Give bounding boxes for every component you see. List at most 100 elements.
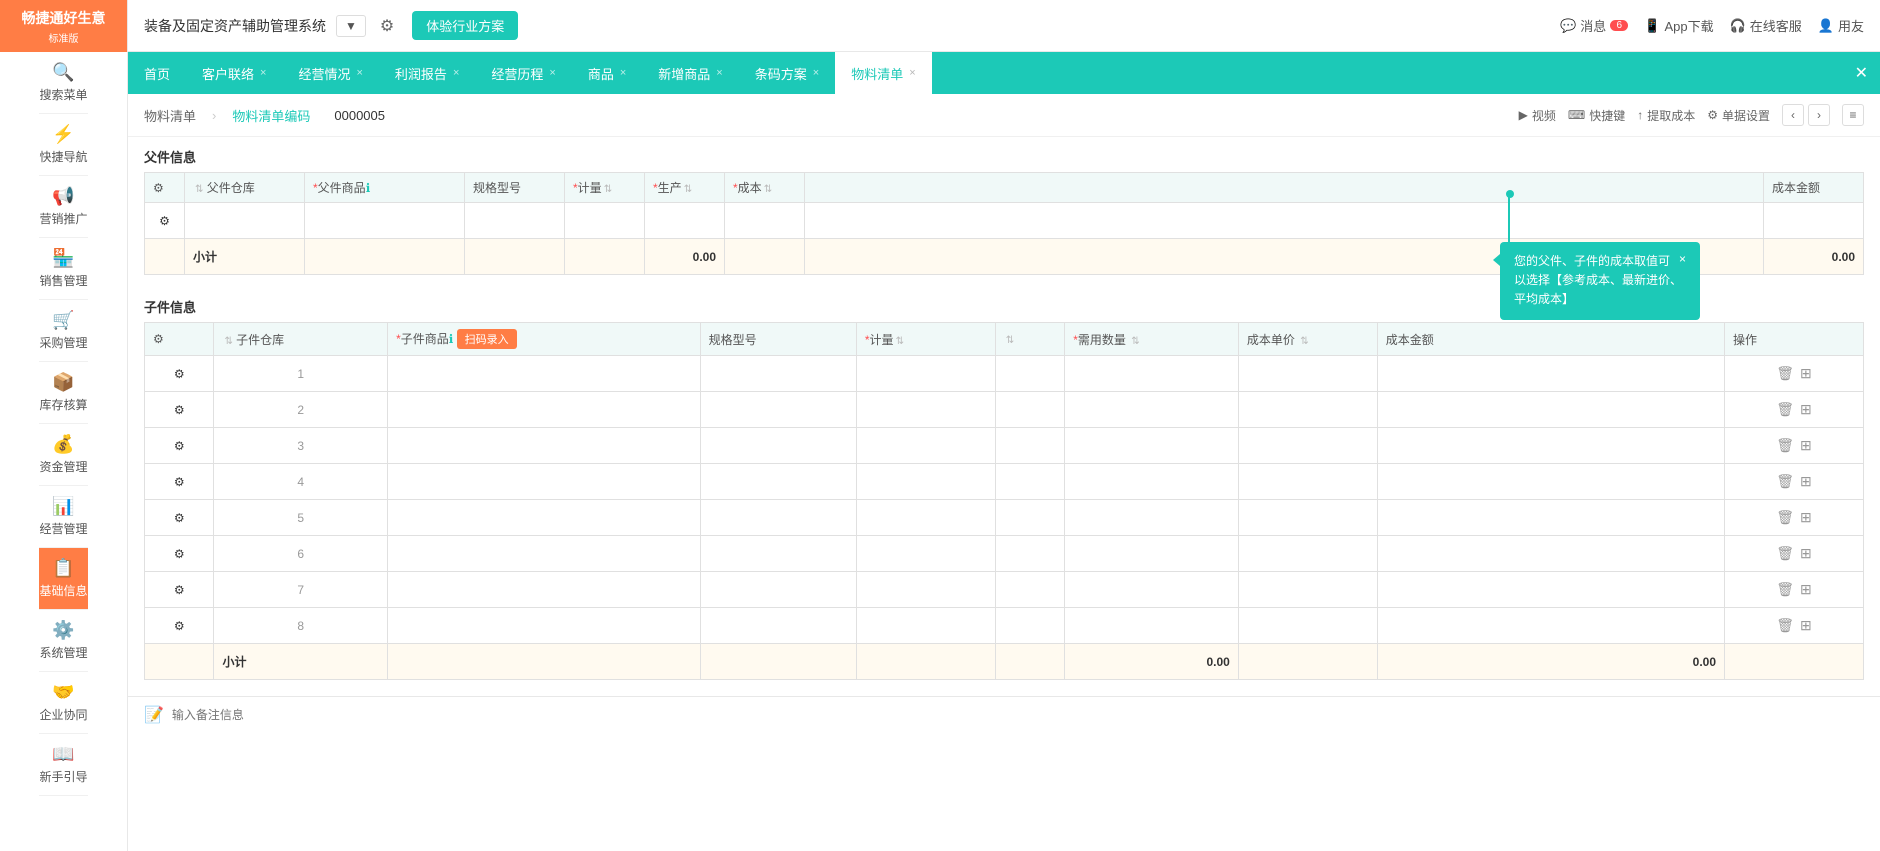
shortcut-button[interactable]: ⌨ 快捷键 [1568,107,1625,124]
nav-tab-3[interactable]: 利润报告× [379,52,475,94]
doc-settings-button[interactable]: ⚙ 单据设置 [1707,107,1770,124]
child-row7-product[interactable] [388,572,701,608]
child-row1-qty[interactable] [1065,356,1239,392]
sidebar-item-quick-nav[interactable]: ⚡快捷导航 [39,114,87,176]
child-row6-qty[interactable] [1065,536,1239,572]
child-row7-qty[interactable] [1065,572,1239,608]
user-profile[interactable]: 👤 用友 [1818,16,1864,35]
child-row7-unit[interactable] [856,572,995,608]
tooltip-close-button[interactable]: × [1679,250,1686,269]
child-row4-price[interactable] [1238,464,1377,500]
extract-cost-button[interactable]: ↑ 提取成本 [1637,107,1695,124]
child-row8-price[interactable] [1238,608,1377,644]
nav-tab-6[interactable]: 新增商品× [642,52,738,94]
app-download-button[interactable]: 📱 App下载 [1644,16,1713,35]
parent-row1-production[interactable] [645,203,725,239]
nav-tab-2[interactable]: 经营情况× [282,52,378,94]
video-button[interactable]: ▶ 视频 [1519,107,1556,124]
child-row5-delete-icon[interactable]: 🗑 [1776,509,1794,526]
parent-row1-product[interactable] [305,203,465,239]
nav-tab-7[interactable]: 条码方案× [739,52,835,94]
child-row7-price[interactable] [1238,572,1377,608]
parent-row1-cost[interactable] [725,203,805,239]
nav-tab-1[interactable]: 客户联络× [186,52,282,94]
child-row8-spec[interactable] [700,608,856,644]
tab-close-7[interactable]: × [813,67,819,79]
prev-arrow[interactable]: ‹ [1782,104,1804,126]
next-arrow[interactable]: › [1808,104,1830,126]
tab-close-2[interactable]: × [356,67,362,79]
title-dropdown[interactable]: ▼ [336,15,366,37]
child-row8-product[interactable] [388,608,701,644]
child-row6-spec[interactable] [700,536,856,572]
parent-row1-spec[interactable] [465,203,565,239]
sidebar-item-search[interactable]: 🔍搜索菜单 [39,52,87,114]
child-row7-delete-icon[interactable]: 🗑 [1776,581,1794,598]
child-row6-price[interactable] [1238,536,1377,572]
child-row5-qty[interactable] [1065,500,1239,536]
nav-tab-8[interactable]: 物料清单× [835,52,931,94]
tab-close-3[interactable]: × [453,67,459,79]
child-row4-copy-icon[interactable]: ⊞ [1800,473,1812,490]
child-row6-unit[interactable] [856,536,995,572]
child-row1-delete-icon[interactable]: 🗑 [1776,365,1794,382]
child-row1-spec[interactable] [700,356,856,392]
sidebar-item-operations[interactable]: 📊经营管理 [39,486,87,548]
child-row2-spec[interactable] [700,392,856,428]
child-row2-copy-icon[interactable]: ⊞ [1800,401,1812,418]
child-row2-price[interactable] [1238,392,1377,428]
child-row2-qty[interactable] [1065,392,1239,428]
sidebar-item-cooperation[interactable]: 🤝企业协同 [39,672,87,734]
child-row7-copy-icon[interactable]: ⊞ [1800,581,1812,598]
child-row4-spec[interactable] [700,464,856,500]
child-row3-delete-icon[interactable]: 🗑 [1776,437,1794,454]
tab-close-5[interactable]: × [620,67,626,79]
sidebar-item-system[interactable]: ⚙️系统管理 [39,610,87,672]
child-row5-product[interactable] [388,500,701,536]
child-row3-unit[interactable] [856,428,995,464]
sidebar-item-inventory[interactable]: 📦库存核算 [39,362,87,424]
child-row6-product[interactable] [388,536,701,572]
child-row2-product[interactable] [388,392,701,428]
child-row5-price[interactable] [1238,500,1377,536]
sidebar-item-sales[interactable]: 🏪销售管理 [39,238,87,300]
note-input[interactable] [172,708,1864,722]
child-row1-product[interactable] [388,356,701,392]
child-row4-qty[interactable] [1065,464,1239,500]
child-row5-spec[interactable] [700,500,856,536]
breadcrumb-item-1[interactable]: 物料清单 [144,106,196,125]
settings-icon[interactable]: ⚙ [380,16,394,36]
tab-close-6[interactable]: × [716,67,722,79]
experience-button[interactable]: 体验行业方案 [412,11,518,40]
child-row3-product[interactable] [388,428,701,464]
child-row6-copy-icon[interactable]: ⊞ [1800,545,1812,562]
sidebar-item-basic-info[interactable]: 📋基础信息 [39,548,87,610]
child-row8-copy-icon[interactable]: ⊞ [1800,617,1812,634]
child-row1-unit[interactable] [856,356,995,392]
child-row4-unit[interactable] [856,464,995,500]
child-row8-unit[interactable] [856,608,995,644]
message-button[interactable]: 💬 消息 6 [1560,16,1628,35]
child-row3-price[interactable] [1238,428,1377,464]
child-row5-copy-icon[interactable]: ⊞ [1800,509,1812,526]
sidebar-item-marketing[interactable]: 📢营销推广 [39,176,87,238]
tab-close-4[interactable]: × [549,67,555,79]
child-row4-delete-icon[interactable]: 🗑 [1776,473,1794,490]
child-row7-spec[interactable] [700,572,856,608]
parent-row1-warehouse[interactable] [185,203,305,239]
tab-close-8[interactable]: × [909,67,915,79]
online-service-button[interactable]: 🎧 在线客服 [1730,16,1802,35]
sidebar-item-purchase[interactable]: 🛒采购管理 [39,300,87,362]
breadcrumb-item-2[interactable]: 物料清单编码 [232,106,310,125]
nav-tab-5[interactable]: 商品× [572,52,642,94]
child-row2-unit[interactable] [856,392,995,428]
nav-tab-4[interactable]: 经营历程× [475,52,571,94]
sidebar-item-finance[interactable]: 💰资金管理 [39,424,87,486]
sidebar-item-guide[interactable]: 📖新手引导 [39,734,87,796]
scan-input-button[interactable]: 扫码录入 [457,329,517,349]
child-row5-unit[interactable] [856,500,995,536]
child-row8-delete-icon[interactable]: 🗑 [1776,617,1794,634]
child-row8-qty[interactable] [1065,608,1239,644]
child-row6-delete-icon[interactable]: 🗑 [1776,545,1794,562]
child-row3-qty[interactable] [1065,428,1239,464]
